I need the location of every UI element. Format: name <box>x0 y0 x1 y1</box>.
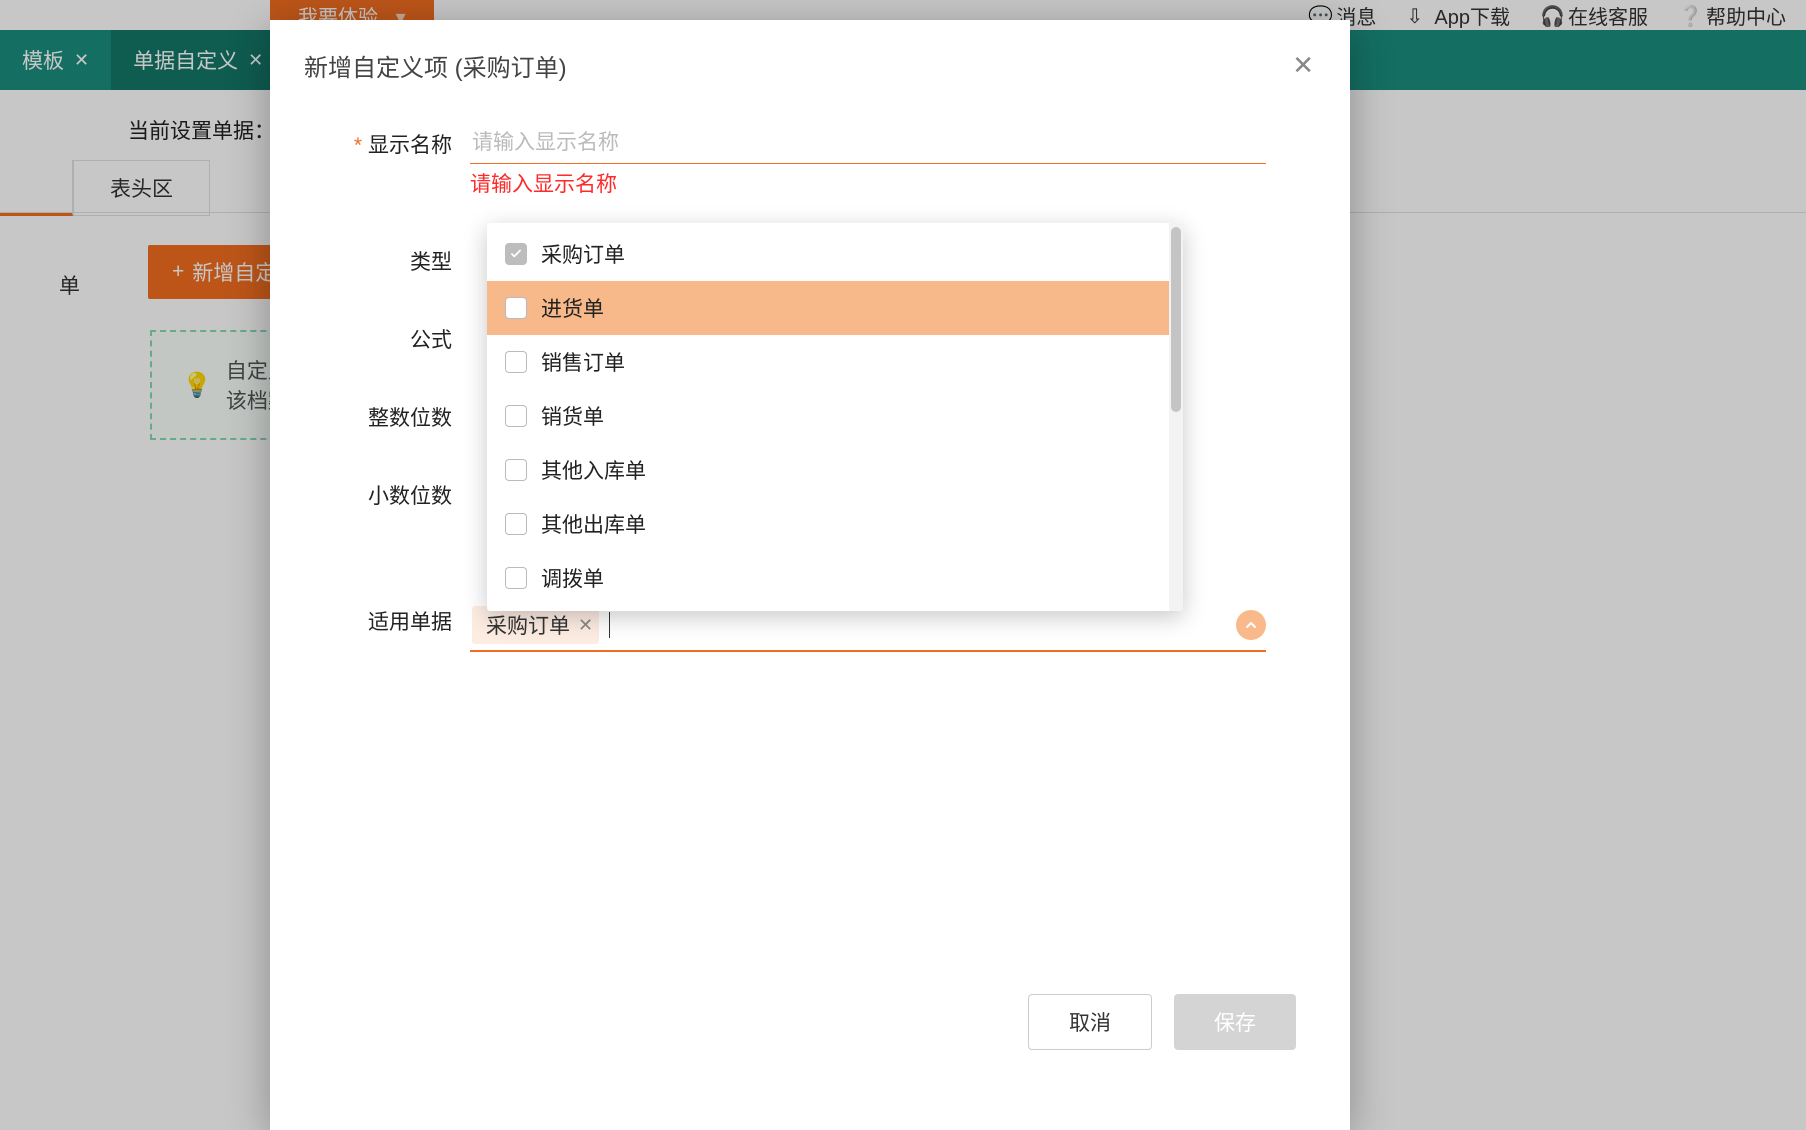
dropdown-item-label: 进货单 <box>541 293 604 323</box>
chevron-up-icon <box>1243 617 1259 633</box>
display-name-input[interactable] <box>470 123 1266 164</box>
checkbox-icon[interactable] <box>505 459 527 481</box>
checkbox-icon[interactable] <box>505 297 527 319</box>
dropdown-item-label: 其他出库单 <box>541 509 646 539</box>
modal-header: 新增自定义项 (采购订单) ✕ <box>270 20 1350 103</box>
label-formula: 公式 <box>270 318 470 354</box>
label-applicable: 适用单据 <box>270 600 470 636</box>
save-button[interactable]: 保存 <box>1174 994 1296 1050</box>
dropdown-item-label: 调拨单 <box>541 563 604 593</box>
dropdown-item-label: 销货单 <box>541 401 604 431</box>
applicable-dropdown: 采购订单 进货单 销售订单 销货单 其他入库单 其他出库单 <box>487 223 1183 611</box>
checkbox-icon[interactable] <box>505 567 527 589</box>
dropdown-item[interactable]: 其他入库单 <box>487 443 1169 497</box>
remove-tag-icon[interactable]: ✕ <box>578 615 593 636</box>
dropdown-item[interactable]: 其他出库单 <box>487 497 1169 551</box>
dropdown-item-label: 采购订单 <box>541 239 625 269</box>
collapse-dropdown-button[interactable] <box>1236 610 1266 640</box>
checkbox-icon[interactable] <box>505 513 527 535</box>
label-display-name: *显示名称 <box>270 123 470 159</box>
dropdown-item[interactable]: 销货单 <box>487 389 1169 443</box>
display-name-error: 请输入显示名称 <box>470 168 1266 198</box>
dropdown-scrollbar[interactable] <box>1169 223 1183 611</box>
applicable-tag: 采购订单 ✕ <box>472 606 599 644</box>
checkbox-checked-icon[interactable] <box>505 243 527 265</box>
modal-title: 新增自定义项 (采购订单) <box>304 48 567 83</box>
label-decimal-digits: 小数位数 <box>270 474 470 510</box>
modal-footer: 取消 保存 <box>1028 994 1296 1050</box>
close-icon[interactable]: ✕ <box>1292 50 1314 81</box>
checkbox-icon[interactable] <box>505 351 527 373</box>
dropdown-item[interactable]: 销售订单 <box>487 335 1169 389</box>
row-display-name: *显示名称 请输入显示名称 <box>270 123 1266 198</box>
scrollbar-thumb[interactable] <box>1171 227 1181 412</box>
label-type: 类型 <box>270 240 470 276</box>
dropdown-list[interactable]: 采购订单 进货单 销售订单 销货单 其他入库单 其他出库单 <box>487 223 1169 611</box>
dropdown-item-label: 销售订单 <box>541 347 625 377</box>
cancel-button[interactable]: 取消 <box>1028 994 1152 1050</box>
checkbox-icon[interactable] <box>505 405 527 427</box>
dropdown-item[interactable]: 采购订单 <box>487 227 1169 281</box>
required-asterisk: * <box>354 134 362 157</box>
label-integer-digits: 整数位数 <box>270 396 470 432</box>
dropdown-item-label: 其他入库单 <box>541 455 646 485</box>
modal-dialog: 新增自定义项 (采购订单) ✕ *显示名称 请输入显示名称 类型 公式 整数位数 <box>270 20 1350 1130</box>
dropdown-item[interactable]: 进货单 <box>487 281 1169 335</box>
dropdown-item[interactable]: 分量盘点单 <box>487 605 1169 611</box>
dropdown-item[interactable]: 调拨单 <box>487 551 1169 605</box>
text-cursor <box>609 612 610 638</box>
applicable-tag-label: 采购订单 <box>486 610 570 640</box>
